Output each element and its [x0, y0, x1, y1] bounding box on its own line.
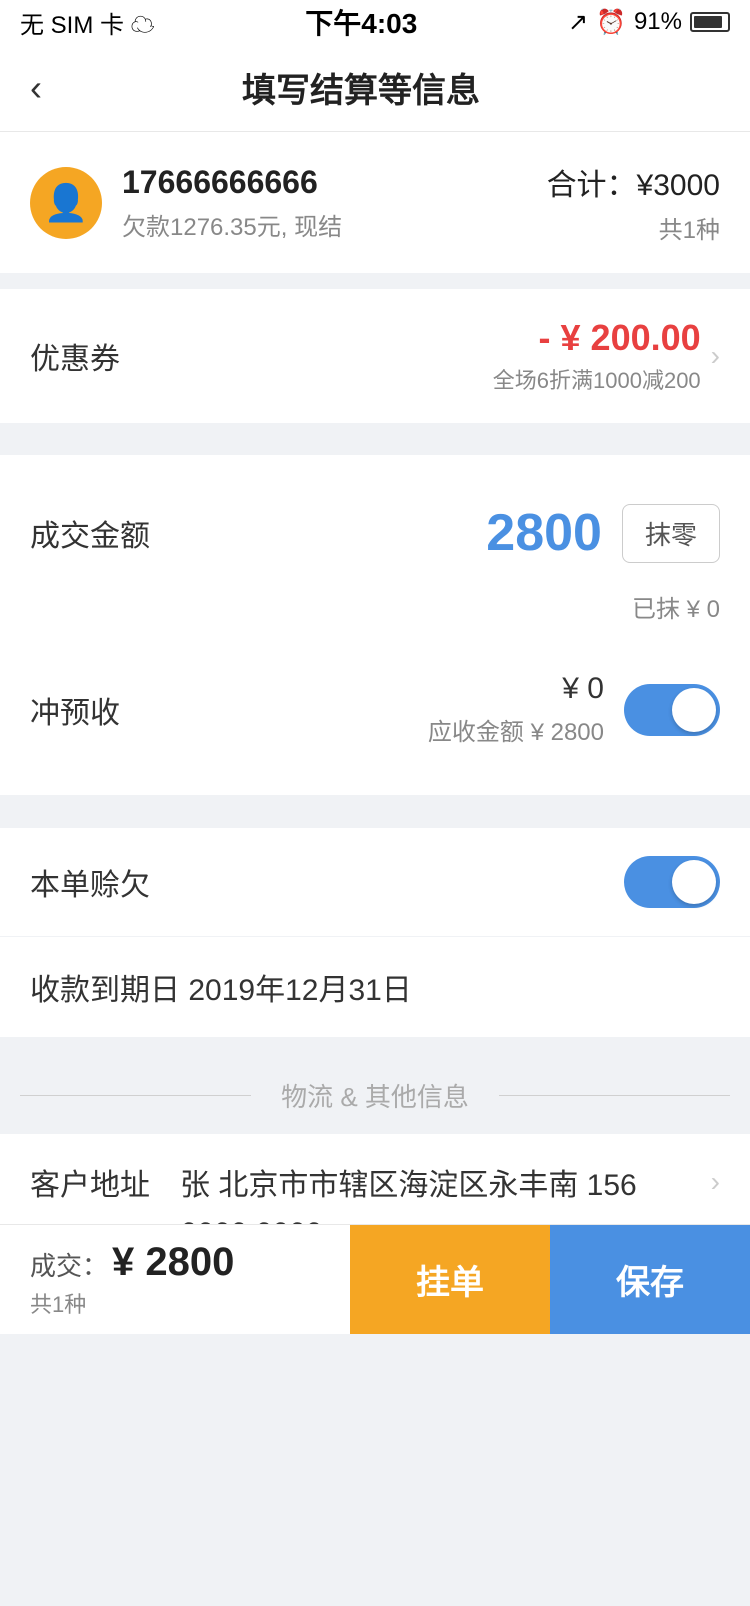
coupon-right: - ¥ 200.00 全场6折满1000减200 ›: [493, 317, 720, 395]
address-chevron-icon: ›: [711, 1166, 720, 1198]
avatar: 👤: [30, 167, 102, 239]
zero-button[interactable]: 抹零: [622, 504, 720, 563]
transaction-row: 成交金额 2800 抹零: [30, 483, 720, 583]
section-divider-2: [0, 796, 750, 812]
avatar-icon: 👤: [44, 182, 89, 224]
advance-section: 冲预收 ¥ 0 应收金额 ¥ 2800: [0, 652, 750, 796]
hang-single-button[interactable]: 挂单: [350, 1225, 550, 1334]
save-button[interactable]: 保存: [550, 1225, 750, 1334]
duedate-section: 收款到期日 2019年12月31日: [0, 936, 750, 1037]
order-total: 合计：¥3000: [547, 160, 720, 204]
advance-toggle-track: [624, 684, 720, 736]
address-label: 客户地址: [30, 1162, 150, 1210]
battery-percent: 91%: [634, 8, 682, 36]
status-left: 无 SIM 卡 ☁: [20, 5, 155, 40]
advance-label: 冲预收: [30, 688, 120, 732]
customer-right: 合计：¥3000 共1种: [547, 160, 720, 245]
credit-toggle-thumb: [672, 860, 716, 904]
bottom-info: 成交： ¥ 2800 共1种: [0, 1225, 350, 1334]
coupon-discount: - ¥ 200.00: [493, 317, 701, 359]
sim-text: 无 SIM 卡 ☁: [20, 5, 155, 40]
bottom-trans-label: 成交：: [30, 1246, 108, 1283]
advance-receivable: 应收金额 ¥ 2800: [428, 712, 604, 747]
customer-left: 👤 17666666666 欠款1276.35元, 现结: [30, 164, 342, 242]
status-time: 下午4:03: [305, 2, 417, 42]
credit-label: 本单赊欠: [30, 860, 150, 904]
coupon-desc: 全场6折满1000减200: [493, 363, 701, 395]
transaction-amount: 2800: [486, 503, 602, 563]
status-right: ↗ ⏰ 91%: [568, 8, 730, 37]
logistics-label: 物流 & 其他信息: [271, 1077, 479, 1114]
credit-toggle-track: [624, 856, 720, 908]
nav-bar: ‹ 填写结算等信息: [0, 44, 750, 132]
battery-bar: [690, 12, 730, 32]
coupon-amount: - ¥ 200.00 全场6折满1000减200: [493, 317, 701, 395]
bottom-bar: 成交： ¥ 2800 共1种 挂单 保存: [0, 1224, 750, 1334]
logistics-line-left: [20, 1095, 251, 1096]
advance-right: ¥ 0 应收金额 ¥ 2800: [428, 672, 720, 747]
customer-info: 17666666666 欠款1276.35元, 现结: [122, 164, 342, 242]
advance-toggle-thumb: [672, 688, 716, 732]
location-icon: ↗: [568, 8, 588, 37]
bottom-amount: ¥ 2800: [112, 1240, 234, 1285]
transaction-right: 2800 抹零: [486, 503, 720, 563]
section-divider-1: [0, 439, 750, 455]
credit-toggle[interactable]: [624, 856, 720, 908]
credit-section: 本单赊欠: [0, 828, 750, 936]
transaction-section: 成交金额 2800 抹零 已抹 ¥ 0: [0, 455, 750, 652]
section-divider-3: [0, 1037, 750, 1057]
advance-row: 冲预收 ¥ 0 应收金额 ¥ 2800: [30, 652, 720, 767]
bottom-count: 共1种: [30, 1287, 320, 1319]
order-count: 共1种: [547, 210, 720, 245]
advance-amount-block: ¥ 0 应收金额 ¥ 2800: [428, 672, 604, 747]
transaction-label: 成交金额: [30, 511, 150, 555]
content-area: 👤 17666666666 欠款1276.35元, 现结 合计：¥3000 共1…: [0, 132, 750, 1606]
logistics-line-right: [499, 1095, 730, 1096]
duedate-text: 收款到期日 2019年12月31日: [30, 965, 720, 1009]
status-bar: 无 SIM 卡 ☁ 下午4:03 ↗ ⏰ 91%: [0, 0, 750, 44]
back-button[interactable]: ‹: [30, 57, 62, 119]
transaction-sub: 已抹 ¥ 0: [30, 589, 720, 624]
advance-toggle[interactable]: [624, 684, 720, 736]
page-title: 填写结算等信息: [62, 63, 660, 112]
logistics-divider: 物流 & 其他信息: [0, 1057, 750, 1134]
customer-phone: 17666666666: [122, 164, 342, 201]
alarm-icon: ⏰: [596, 8, 626, 37]
coupon-chevron-icon: ›: [711, 340, 720, 372]
coupon-label: 优惠券: [30, 334, 120, 378]
customer-debt: 欠款1276.35元, 现结: [122, 207, 342, 242]
coupon-row[interactable]: 优惠券 - ¥ 200.00 全场6折满1000减200 ›: [0, 289, 750, 423]
customer-card: 👤 17666666666 欠款1276.35元, 现结 合计：¥3000 共1…: [0, 132, 750, 273]
advance-amount: ¥ 0: [428, 672, 604, 706]
